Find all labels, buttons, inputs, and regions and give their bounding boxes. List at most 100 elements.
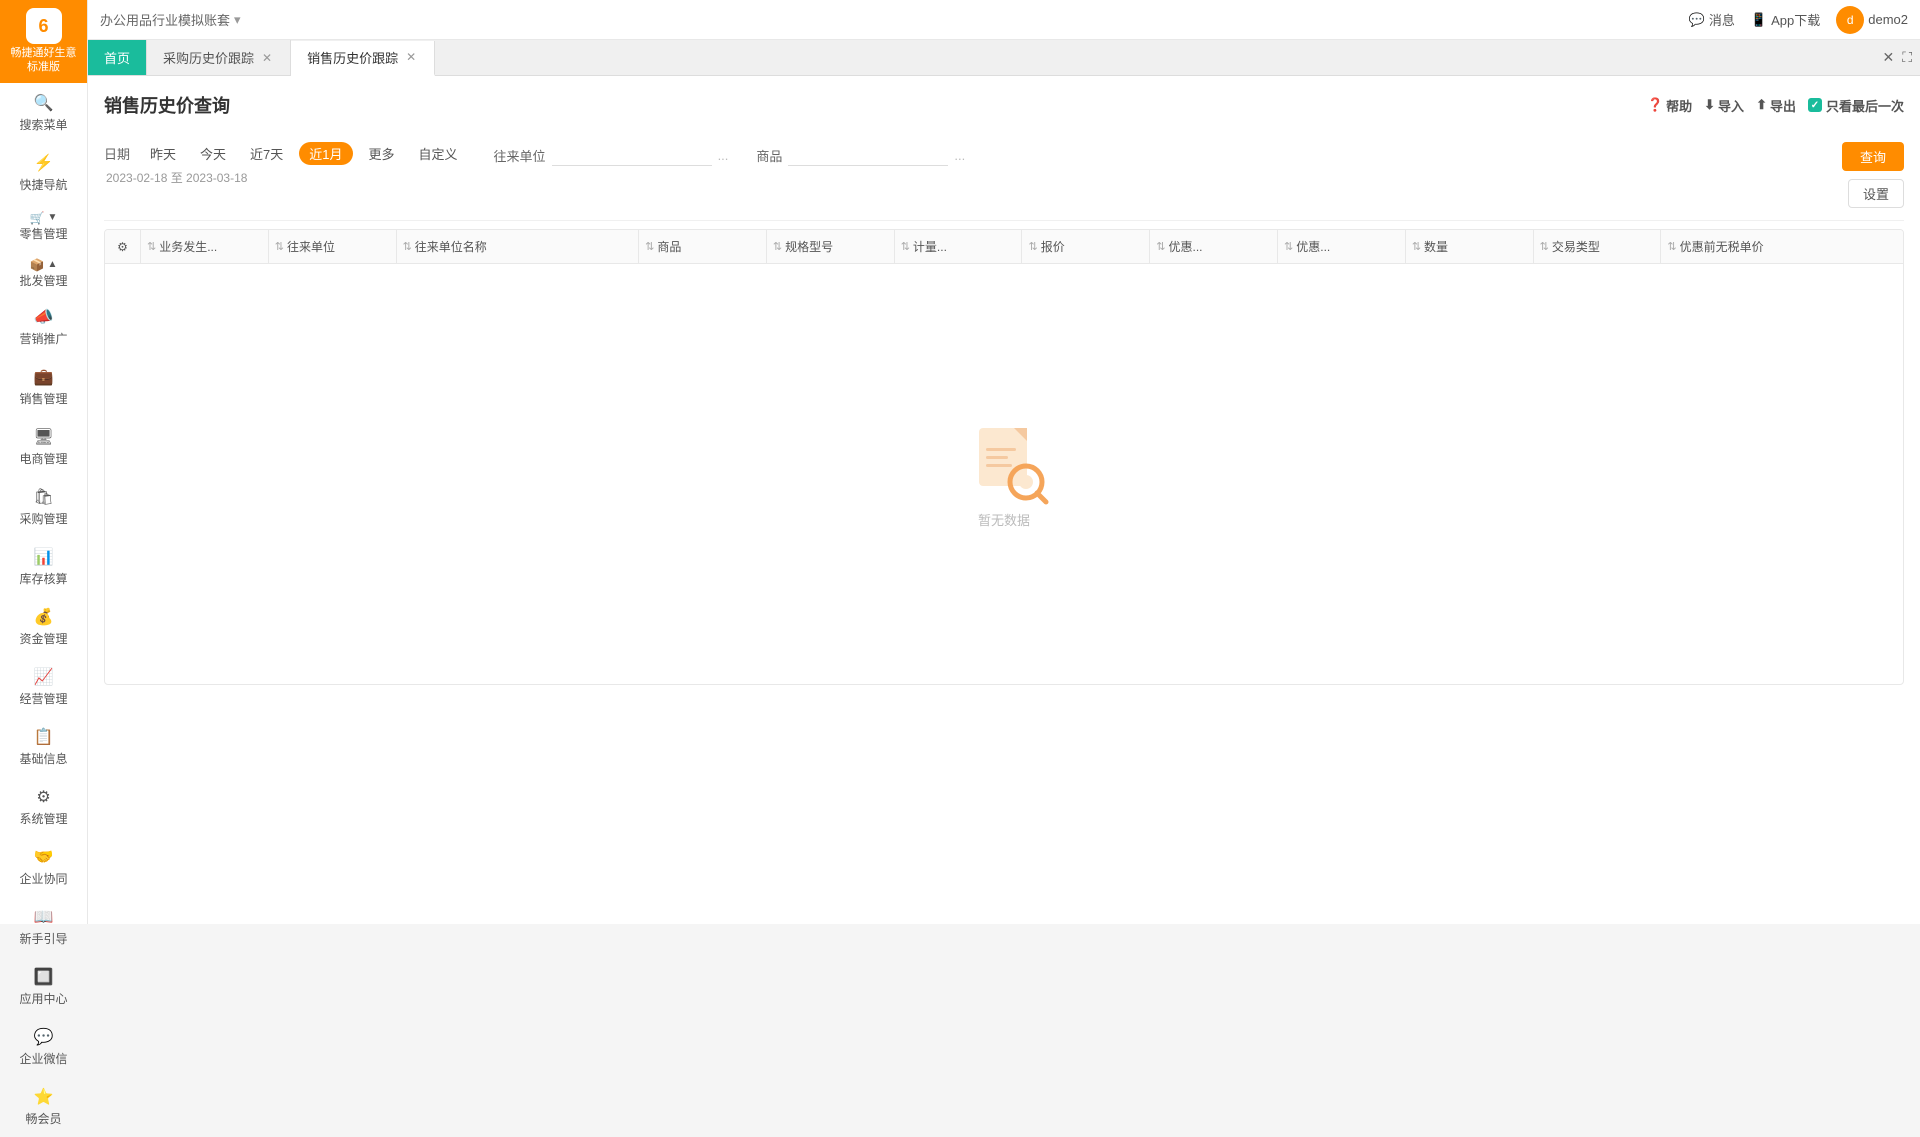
sidebar-item-corp-wechat[interactable]: 💬 企业微信	[0, 1017, 87, 1077]
help-button[interactable]: ❓ 帮助	[1647, 96, 1692, 115]
th-discount2[interactable]: ⇅ 优惠...	[1278, 230, 1406, 263]
tab-home[interactable]: 首页	[88, 40, 147, 75]
topbar-user[interactable]: d demo2	[1836, 6, 1908, 34]
tab-close-purchase[interactable]: ✕	[260, 51, 274, 65]
import-button[interactable]: ⬇ 导入	[1704, 96, 1744, 115]
only-last-checkbox[interactable]: 只看最后一次	[1808, 96, 1904, 115]
sidebar-item-inventory[interactable]: 📊 库存核算	[0, 537, 87, 597]
download-icon: 📱	[1751, 12, 1767, 28]
date-range-display: 2023-02-18 至 2023-03-18	[104, 169, 466, 186]
briefcase-icon: 💼	[34, 367, 54, 387]
export-icon: ⬆	[1756, 97, 1767, 113]
sidebar-item-corp[interactable]: 🤝 企业协同	[0, 837, 87, 897]
th-settings[interactable]: ⚙	[105, 230, 141, 263]
message-icon: 💬	[1689, 12, 1705, 28]
sidebar-item-finance[interactable]: 💰 资金管理	[0, 597, 87, 657]
empty-text: 暂无数据	[978, 510, 1030, 529]
avatar: d	[1836, 6, 1864, 34]
dropdown-icon[interactable]: ▾	[234, 12, 241, 28]
chart-icon: 📊	[34, 547, 54, 567]
tab-extra: ✕ ⛶	[1882, 49, 1920, 66]
sidebar-item-ecommerce[interactable]: 🖥 电商管理	[0, 417, 87, 477]
topbar-app-download[interactable]: 📱 App下载	[1751, 10, 1820, 29]
content-area: 销售历史价查询 ❓ 帮助 ⬇ 导入 ⬆ 导出 只看最后一次	[88, 76, 1920, 924]
date-btn-yesterday[interactable]: 昨天	[142, 142, 184, 165]
th-quote[interactable]: ⇅ 报价	[1022, 230, 1150, 263]
sidebar-item-retail[interactable]: 🛒 ▼ 零售管理	[0, 203, 87, 250]
th-goods[interactable]: ⇅ 商品	[639, 230, 767, 263]
sidebar-item-member[interactable]: ⭐ 畅会员	[0, 1077, 87, 1137]
sidebar-item-marketing[interactable]: 📣 营销推广	[0, 297, 87, 357]
filter-buttons: 查询 设置	[1842, 142, 1904, 208]
query-button[interactable]: 查询	[1842, 142, 1904, 171]
date-btn-today[interactable]: 今天	[192, 142, 234, 165]
topbar-message[interactable]: 💬 消息	[1689, 10, 1735, 29]
handshake-icon: 🤝	[34, 847, 54, 867]
th-spec[interactable]: ⇅ 规格型号	[767, 230, 895, 263]
th-discount1[interactable]: ⇅ 优惠...	[1150, 230, 1278, 263]
th-biz-date[interactable]: ⇅ 业务发生...	[141, 230, 269, 263]
th-tax-price[interactable]: ⇅ 优惠前无税单价	[1661, 230, 1903, 263]
th-unit[interactable]: ⇅ 计量...	[895, 230, 1023, 263]
tab-close-all-button[interactable]: ✕	[1882, 49, 1894, 66]
tab-close-sales[interactable]: ✕	[404, 50, 418, 64]
megaphone-icon: 📣	[34, 307, 54, 327]
goods-input[interactable]	[788, 144, 948, 166]
empty-state: 暂无数据	[964, 360, 1044, 589]
sidebar-item-purchase[interactable]: 🛍 采购管理	[0, 477, 87, 537]
topbar-actions: 💬 消息 📱 App下载 d demo2	[1689, 6, 1908, 34]
goods-dots: ...	[954, 148, 965, 163]
date-btn-1month[interactable]: 近1月	[299, 142, 352, 165]
sidebar-item-basic[interactable]: 📋 基础信息	[0, 717, 87, 777]
sidebar-item-system[interactable]: ⚙ 系统管理	[0, 777, 87, 837]
settings-icon: ⚙	[117, 240, 128, 254]
date-btn-custom[interactable]: 自定义	[411, 142, 466, 165]
sidebar-item-sales[interactable]: 💼 销售管理	[0, 357, 87, 417]
table-header: ⚙ ⇅ 业务发生... ⇅ 往来单位 ⇅ 往来单位名称 ⇅ 商品	[105, 230, 1903, 264]
topbar-title: 办公用品行业模拟账套 ▾	[100, 10, 1681, 29]
sidebar-item-app-center[interactable]: 🔲 应用中心	[0, 957, 87, 1017]
partner-label: 往来单位	[494, 146, 546, 165]
sidebar-item-operation[interactable]: 📈 经营管理	[0, 657, 87, 717]
export-button[interactable]: ⬆ 导出	[1756, 96, 1796, 115]
sidebar: 6 畅捷通好生意 标准版 🔍 搜索菜单 ⚡ 快捷导航 🛒 ▼ 零售管理 📦 ▲ …	[0, 0, 88, 924]
filter-date-row: 日期 昨天 今天 近7天 近1月 更多 自定义	[104, 142, 466, 165]
app-logo[interactable]: 6 畅捷通好生意 标准版	[0, 0, 87, 83]
import-icon: ⬇	[1704, 97, 1715, 113]
tabbar: 首页 采购历史价跟踪 ✕ 销售历史价跟踪 ✕ ✕ ⛶	[88, 40, 1920, 76]
date-btn-more[interactable]: 更多	[361, 142, 403, 165]
lightning-icon: ⚡	[34, 153, 54, 173]
cart-icon: 🛒	[30, 211, 45, 225]
filter-bar: 日期 昨天 今天 近7天 近1月 更多 自定义 2023-02-18 至 202…	[104, 132, 1904, 221]
topbar: 办公用品行业模拟账套 ▾ 💬 消息 📱 App下载 d demo2	[88, 0, 1920, 40]
wechat-icon: 💬	[34, 1027, 54, 1047]
help-icon: ❓	[1647, 97, 1663, 113]
page-title-actions: ❓ 帮助 ⬇ 导入 ⬆ 导出 只看最后一次	[1647, 96, 1904, 115]
page-title-row: 销售历史价查询 ❓ 帮助 ⬇ 导入 ⬆ 导出 只看最后一次	[104, 92, 1904, 118]
date-btn-7days[interactable]: 近7天	[242, 142, 291, 165]
empty-illustration	[964, 420, 1044, 500]
sidebar-item-search[interactable]: 🔍 搜索菜单	[0, 83, 87, 143]
settings-button[interactable]: 设置	[1848, 179, 1904, 208]
star-icon: ⭐	[34, 1087, 54, 1107]
page-title: 销售历史价查询	[104, 92, 230, 118]
th-trade-type[interactable]: ⇅ 交易类型	[1534, 230, 1662, 263]
logo-icon: 6	[26, 8, 62, 44]
th-qty[interactable]: ⇅ 数量	[1406, 230, 1534, 263]
main-area: 办公用品行业模拟账套 ▾ 💬 消息 📱 App下载 d demo2 首页 采购历…	[88, 0, 1920, 924]
date-label: 日期	[104, 144, 130, 163]
th-partner-code[interactable]: ⇅ 往来单位	[269, 230, 397, 263]
sidebar-item-guide[interactable]: 📖 新手引导	[0, 897, 87, 957]
gear-icon: ⚙	[36, 787, 50, 807]
search-icon: 🔍	[34, 93, 54, 113]
tab-maximize-button[interactable]: ⛶	[1902, 49, 1912, 66]
partner-input[interactable]	[552, 144, 712, 166]
sidebar-item-wholesale[interactable]: 📦 ▲ 批发管理	[0, 250, 87, 297]
app-name: 畅捷通好生意 标准版	[11, 46, 77, 75]
sidebar-item-shortcut[interactable]: ⚡ 快捷导航	[0, 143, 87, 203]
tab-sales[interactable]: 销售历史价跟踪 ✕	[291, 41, 435, 76]
goods-label: 商品	[756, 146, 782, 165]
th-partner-name[interactable]: ⇅ 往来单位名称	[397, 230, 640, 263]
tab-purchase[interactable]: 采购历史价跟踪 ✕	[147, 40, 291, 75]
list-icon: 📋	[34, 727, 54, 747]
